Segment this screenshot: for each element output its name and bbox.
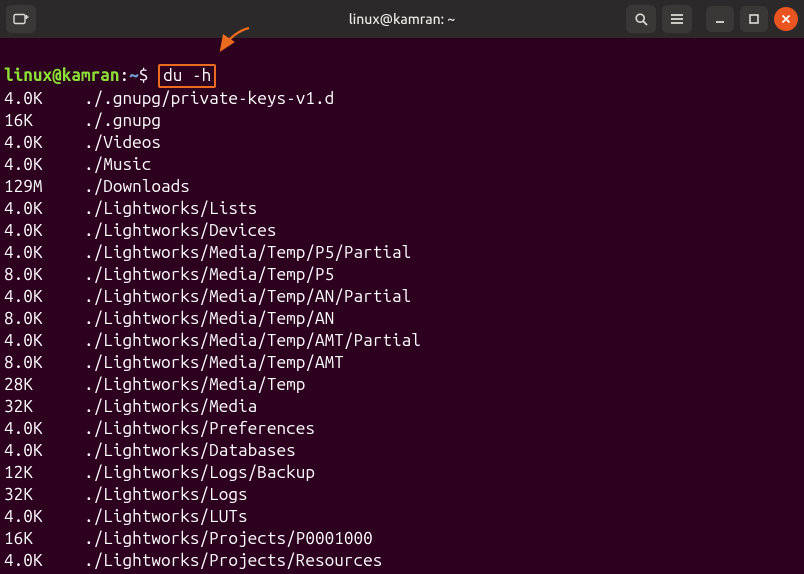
output-row: 4.0K./Lightworks/Databases <box>4 440 800 462</box>
output-row: 4.0K./Lightworks/Lists <box>4 198 800 220</box>
output-row: 4.0K./Lightworks/Projects/Resources <box>4 550 800 572</box>
output-row: 12K./Lightworks/Logs/Backup <box>4 462 800 484</box>
path-cell: ./Lightworks/Media/Temp/P5 <box>84 265 334 284</box>
size-cell: 32K <box>4 396 84 418</box>
prompt-sigil: $ <box>139 66 149 85</box>
command-text: du -h <box>163 66 211 85</box>
output-row: 8.0K./Lightworks/Media/Temp/AMT <box>4 352 800 374</box>
search-button[interactable] <box>626 5 656 33</box>
size-cell: 8.0K <box>4 308 84 330</box>
path-cell: ./Music <box>84 155 151 174</box>
output-row: 32K./Lightworks/Media <box>4 396 800 418</box>
output-row: 4.0K./Lightworks/Media/Temp/P5/Partial <box>4 242 800 264</box>
size-cell: 4.0K <box>4 440 84 462</box>
path-cell: ./Lightworks/Logs/Backup <box>84 463 315 482</box>
path-cell: ./Lightworks/Databases <box>84 441 296 460</box>
size-cell: 4.0K <box>4 506 84 528</box>
output-row: 4.0K./Lightworks/Devices <box>4 220 800 242</box>
path-cell: ./Lightworks/Media/Temp/P5/Partial <box>84 243 411 262</box>
output-row: 28K./Lightworks/Media/Temp <box>4 374 800 396</box>
size-cell: 16K <box>4 110 84 132</box>
terminal-output-area[interactable]: linux@kamran:~$ du -h4.0K./.gnupg/privat… <box>0 38 804 574</box>
command-highlight-box: du -h <box>158 64 216 88</box>
output-row: 129M./Downloads <box>4 176 800 198</box>
output-row: 4.0K./Videos <box>4 132 800 154</box>
output-row: 8.0K./Lightworks/Media/Temp/AN <box>4 308 800 330</box>
size-cell: 4.0K <box>4 132 84 154</box>
minimize-button[interactable] <box>706 6 734 32</box>
output-row: 8.0K./Lightworks/Media/Temp/P5 <box>4 264 800 286</box>
size-cell: 32K <box>4 484 84 506</box>
path-cell: ./Lightworks/Lists <box>84 199 257 218</box>
output-row: 16K./.gnupg <box>4 110 800 132</box>
size-cell: 8.0K <box>4 352 84 374</box>
size-cell: 4.0K <box>4 330 84 352</box>
close-button[interactable] <box>774 7 798 31</box>
path-cell: ./Lightworks/Media <box>84 397 257 416</box>
path-cell: ./Lightworks/LUTs <box>84 507 248 526</box>
path-cell: ./.gnupg <box>84 111 161 130</box>
size-cell: 4.0K <box>4 88 84 110</box>
size-cell: 8.0K <box>4 264 84 286</box>
prompt-user: linux@kamran <box>4 66 120 85</box>
path-cell: ./Lightworks/Media/Temp <box>84 375 305 394</box>
size-cell: 4.0K <box>4 242 84 264</box>
size-cell: 4.0K <box>4 220 84 242</box>
path-cell: ./Videos <box>84 133 161 152</box>
prompt-path: ~ <box>129 66 139 85</box>
output-row: 4.0K./Lightworks/Media/Temp/AMT/Partial <box>4 330 800 352</box>
path-cell: ./Lightworks/Media/Temp/AN <box>84 309 334 328</box>
path-cell: ./Lightworks/Projects/Resources <box>84 551 382 570</box>
window-titlebar: linux@kamran: ~ <box>0 0 804 38</box>
path-cell: ./Lightworks/Logs <box>84 485 248 504</box>
size-cell: 4.0K <box>4 550 84 572</box>
path-cell: ./Downloads <box>84 177 190 196</box>
path-cell: ./Lightworks/Media/Temp/AN/Partial <box>84 287 411 306</box>
path-cell: ./Lightworks/Media/Temp/AMT/Partial <box>84 331 421 350</box>
output-row: 4.0K./Lightworks/LUTs <box>4 506 800 528</box>
prompt-separator: : <box>120 66 130 85</box>
size-cell: 4.0K <box>4 286 84 308</box>
output-row: 4.0K./Lightworks/Media/Temp/AN/Partial <box>4 286 800 308</box>
new-tab-button[interactable] <box>6 5 36 33</box>
output-row: 4.0K./Lightworks/Preferences <box>4 418 800 440</box>
path-cell: ./Lightworks/Preferences <box>84 419 315 438</box>
menu-button[interactable] <box>662 5 692 33</box>
size-cell: 16K <box>4 528 84 550</box>
size-cell: 4.0K <box>4 418 84 440</box>
maximize-button[interactable] <box>740 6 768 32</box>
size-cell: 4.0K <box>4 198 84 220</box>
path-cell: ./Lightworks/Devices <box>84 221 277 240</box>
path-cell: ./Lightworks/Projects/P0001000 <box>84 529 373 548</box>
prompt-line: linux@kamran:~$ du -h <box>4 64 800 88</box>
output-row: 4.0K./Music <box>4 154 800 176</box>
size-cell: 12K <box>4 462 84 484</box>
output-row: 16K./Lightworks/Projects/P0001000 <box>4 528 800 550</box>
size-cell: 28K <box>4 374 84 396</box>
path-cell: ./Lightworks/Media/Temp/AMT <box>84 353 344 372</box>
size-cell: 4.0K <box>4 154 84 176</box>
output-row: 32K./Lightworks/Logs <box>4 484 800 506</box>
output-row: 4.0K./.gnupg/private-keys-v1.d <box>4 88 800 110</box>
path-cell: ./.gnupg/private-keys-v1.d <box>84 89 334 108</box>
size-cell: 129M <box>4 176 84 198</box>
